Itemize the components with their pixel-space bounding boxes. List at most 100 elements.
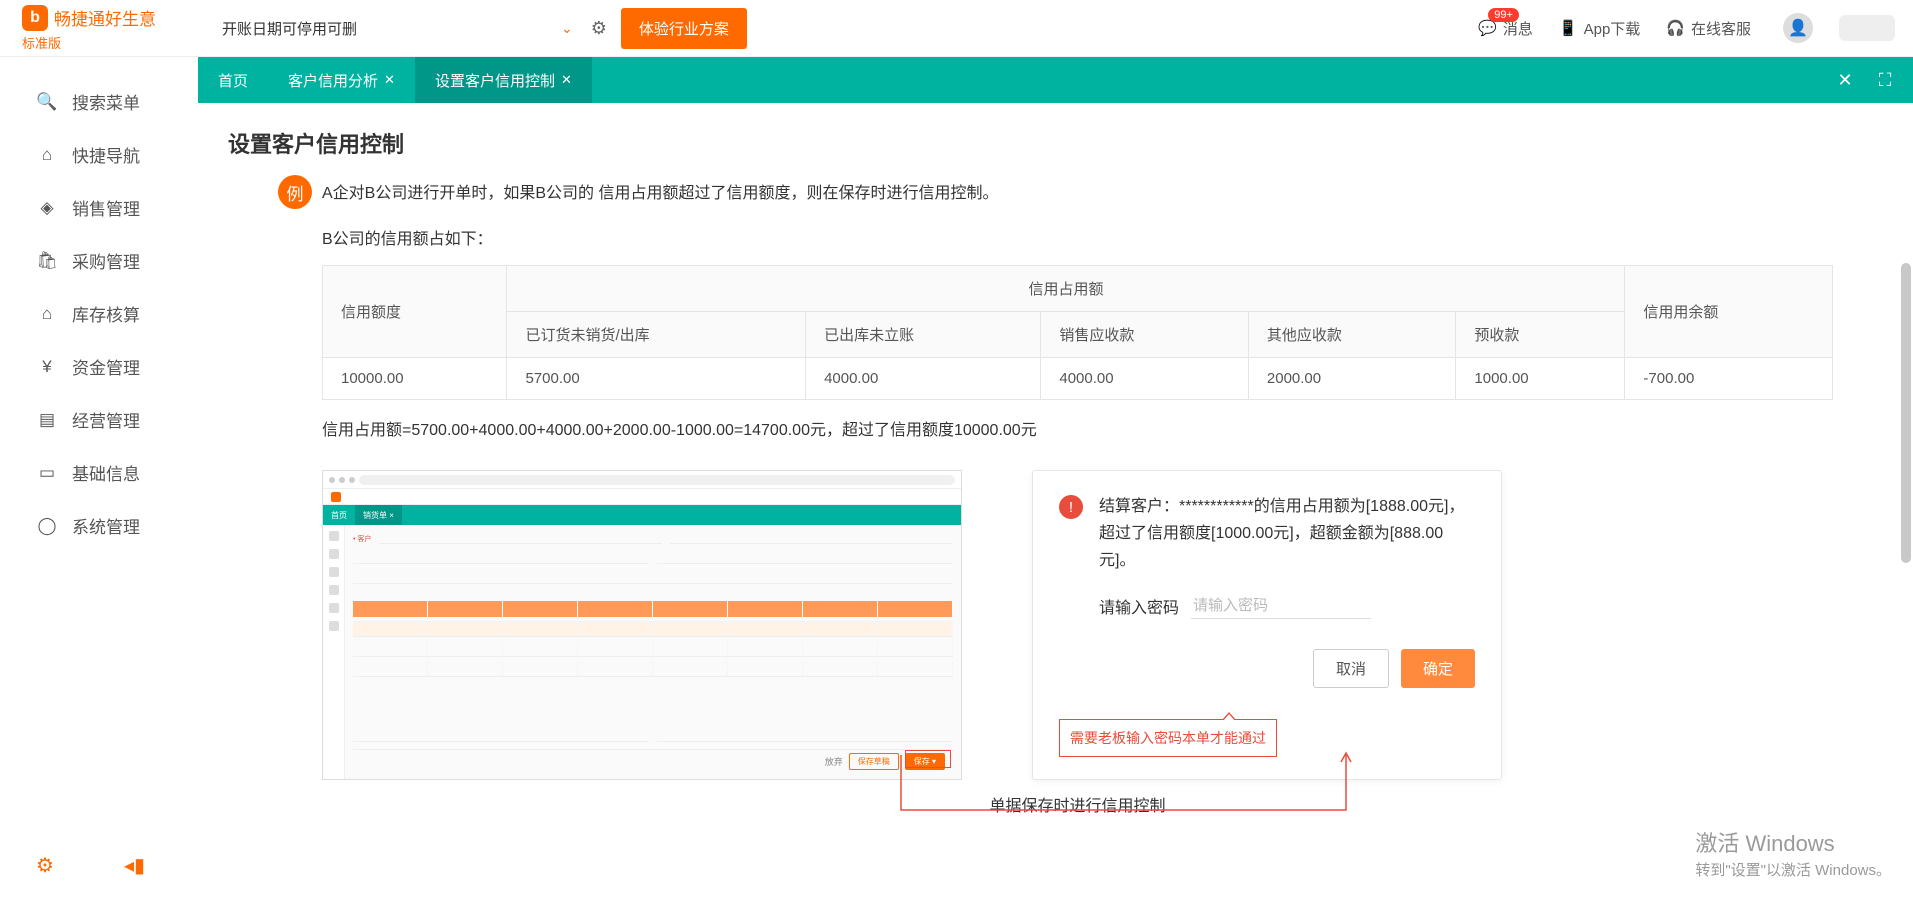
sidebar-item-label: 库存核算 (72, 301, 140, 326)
password-label: 请输入密码 (1099, 594, 1179, 618)
cell-credit: 10000.00 (323, 358, 507, 400)
collapse-sidebar-icon[interactable]: ◂▮ (124, 853, 145, 878)
tab-credit-analysis[interactable]: 客户信用分析 ✕ (268, 57, 415, 103)
sidebar: 🔍 搜索菜单 ⌂ 快捷导航 ◈ 销售管理 🛍 采购管理 ⌂ 库存核算 ¥ 资金管… (0, 57, 198, 900)
sidebar-item-system[interactable]: ◯ 系统管理 (0, 499, 198, 552)
dialog-message: 结算客户：************的信用占用额为[1888.00元]，超过了信用… (1099, 493, 1475, 575)
sidebar-item-inventory[interactable]: ⌂ 库存核算 (0, 287, 198, 340)
online-service-button[interactable]: 🎧 在线客服 (1666, 18, 1751, 39)
illustration-row: 首页销货单 × • 客户 (278, 470, 1833, 780)
intro-text: A企对B公司进行开单时，如果B公司的 信用占用额超过了信用额度，则在保存时进行信… (322, 185, 998, 202)
top-header: b 畅捷通好生意 标准版 开账日期可停用可删 ⌄ ⚙ 体验行业方案 💬 消息 9… (0, 0, 1913, 57)
close-all-tabs-button[interactable]: ✕ (1825, 60, 1865, 100)
cta-industry-plan-button[interactable]: 体验行业方案 (621, 8, 747, 49)
sidebar-item-quicknav[interactable]: ⌂ 快捷导航 (0, 128, 198, 181)
user-avatar[interactable]: 👤 (1783, 13, 1813, 43)
close-icon[interactable]: ✕ (561, 72, 572, 88)
example-intro: 例 A企对B公司进行开单时，如果B公司的 信用占用额超过了信用额度，则在保存时进行… (278, 177, 1833, 211)
brand-logo-icon: b (22, 5, 48, 31)
gear-icon: ◯ (36, 515, 58, 537)
cell-c4: 2000.00 (1248, 358, 1456, 400)
password-input[interactable] (1191, 593, 1371, 619)
tab-label: 设置客户信用控制 (435, 70, 555, 91)
cell-balance: -700.00 (1625, 358, 1833, 400)
content-area: 首页 客户信用分析 ✕ 设置客户信用控制 ✕ ✕ ⛶ 设置客户信用控制 例 A企对… (198, 57, 1913, 900)
example-badge-icon: 例 (278, 175, 312, 209)
chat-icon: 💬 (1478, 19, 1497, 37)
credit-warning-dialog: ! 结算客户：************的信用占用额为[1888.00元]，超过了… (1032, 470, 1502, 780)
user-menu[interactable] (1839, 15, 1895, 41)
search-icon: 🔍 (36, 91, 58, 113)
scrollbar-thumb[interactable] (1901, 263, 1911, 563)
sidebar-item-label: 销售管理 (72, 195, 140, 220)
sidebar-item-label: 采购管理 (72, 248, 140, 273)
messages-badge: 99+ (1488, 8, 1519, 22)
th-sub1: 已订货未销货/出库 (507, 312, 806, 358)
warning-icon: ! (1059, 495, 1083, 519)
settings-icon[interactable]: ⚙ (36, 853, 54, 878)
th-sub3: 销售应收款 (1041, 312, 1249, 358)
th-balance: 信用用余额 (1625, 266, 1833, 358)
card-icon: ▭ (36, 462, 58, 484)
app-download-label: App下载 (1584, 18, 1641, 39)
sidebar-item-label: 快捷导航 (72, 142, 140, 167)
embedded-screenshot: 首页销货单 × • 客户 (322, 470, 962, 780)
brand-subtitle: 标准版 (22, 33, 61, 52)
app-download-button[interactable]: 📱 App下载 (1559, 18, 1640, 39)
headset-icon: 🎧 (1666, 19, 1685, 37)
chevron-down-icon: ⌄ (561, 20, 573, 37)
th-sub4: 其他应收款 (1248, 312, 1456, 358)
credit-table: 信用额度 信用占用额 信用用余额 已订货未销货/出库 已出库未立账 销售应收款 … (322, 265, 1833, 400)
cell-c3: 4000.00 (1041, 358, 1249, 400)
illustration-caption: 单据保存时进行信用控制 (278, 792, 1833, 816)
page-title: 设置客户信用控制 (228, 127, 1883, 159)
page-body: 设置客户信用控制 例 A企对B公司进行开单时，如果B公司的 信用占用额超过了信用额… (198, 103, 1913, 900)
account-selector-label: 开账日期可停用可删 (222, 18, 357, 39)
cell-c2: 4000.00 (806, 358, 1041, 400)
th-credit: 信用额度 (323, 266, 507, 358)
th-sub2: 已出库未立账 (806, 312, 1041, 358)
header-actions: 💬 消息 99+ 📱 App下载 🎧 在线客服 👤 (1478, 13, 1895, 43)
tab-credit-control-settings[interactable]: 设置客户信用控制 ✕ (415, 57, 592, 103)
password-callout: 需要老板输入密码本单才能通过 (1059, 719, 1277, 757)
sidebar-item-basicinfo[interactable]: ▭ 基础信息 (0, 446, 198, 499)
sub-text: B公司的信用额占如下： (278, 225, 1833, 249)
sidebar-item-label: 资金管理 (72, 354, 140, 379)
table-row: 10000.00 5700.00 4000.00 4000.00 2000.00… (323, 358, 1833, 400)
online-service-label: 在线客服 (1691, 18, 1751, 39)
brand-name: 畅捷通好生意 (54, 5, 156, 30)
warehouse-icon: ⌂ (36, 303, 58, 325)
sidebar-item-label: 基础信息 (72, 460, 140, 485)
cell-c5: 1000.00 (1456, 358, 1625, 400)
sidebar-footer: ⚙ ◂▮ (0, 831, 198, 900)
tabs-bar: 首页 客户信用分析 ✕ 设置客户信用控制 ✕ ✕ ⛶ (198, 57, 1913, 103)
sidebar-item-label: 搜索菜单 (72, 89, 140, 114)
calculation-text: 信用占用额=5700.00+4000.00+4000.00+2000.00-10… (278, 416, 1833, 440)
sidebar-item-operation[interactable]: ▤ 经营管理 (0, 393, 198, 446)
cell-c1: 5700.00 (507, 358, 806, 400)
coin-icon: ¥ (36, 356, 58, 378)
sidebar-item-funds[interactable]: ¥ 资金管理 (0, 340, 198, 393)
fullscreen-button[interactable]: ⛶ (1865, 60, 1905, 100)
sidebar-item-search[interactable]: 🔍 搜索菜单 (0, 75, 198, 128)
sidebar-item-label: 系统管理 (72, 513, 140, 538)
phone-icon: 📱 (1559, 19, 1578, 37)
tag-icon: ◈ (36, 197, 58, 219)
account-selector[interactable]: 开账日期可停用可删 ⌄ (222, 18, 573, 39)
close-icon[interactable]: ✕ (384, 72, 395, 88)
sidebar-item-label: 经营管理 (72, 407, 140, 432)
logo-area: b 畅捷通好生意 标准版 (0, 5, 198, 52)
cart-icon: 🛍 (36, 250, 58, 272)
tab-label: 客户信用分析 (288, 70, 378, 91)
save-button-highlight-box (905, 750, 951, 768)
sidebar-item-purchase[interactable]: 🛍 采购管理 (0, 234, 198, 287)
messages-button[interactable]: 💬 消息 99+ (1478, 18, 1533, 39)
settings-gear-icon[interactable]: ⚙ (591, 18, 607, 39)
th-usage-group: 信用占用额 (507, 266, 1625, 312)
sidebar-item-sales[interactable]: ◈ 销售管理 (0, 181, 198, 234)
cancel-button[interactable]: 取消 (1313, 649, 1389, 688)
doc-icon: ▤ (36, 409, 58, 431)
home-icon: ⌂ (36, 144, 58, 166)
tab-home[interactable]: 首页 (198, 57, 268, 103)
confirm-button[interactable]: 确定 (1401, 649, 1475, 688)
